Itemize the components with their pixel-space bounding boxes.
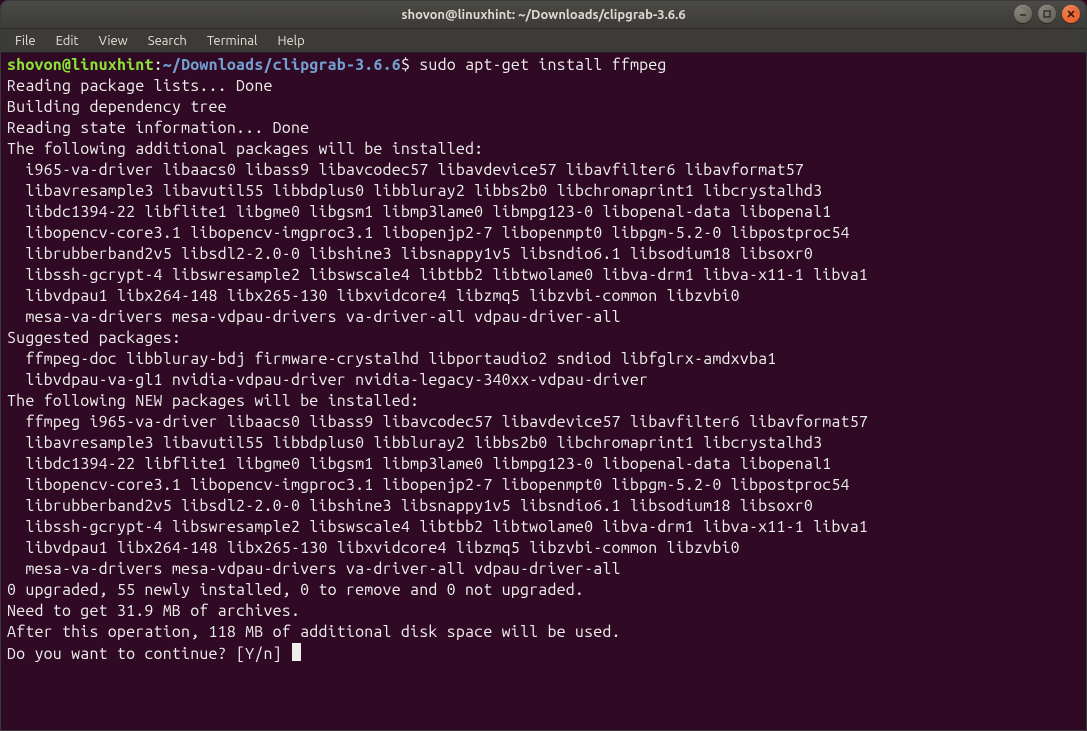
out-line: libavresample3 libavutil55 libbdplus0 li… [7, 434, 822, 452]
menu-help[interactable]: Help [267, 32, 314, 50]
out-line: libvdpau1 libx264-148 libx265-130 libxvi… [7, 287, 740, 305]
maximize-button[interactable] [1038, 5, 1056, 23]
out-line: Building dependency tree [7, 98, 227, 116]
out-line: libssh-gcrypt-4 libswresample2 libswscal… [7, 518, 868, 536]
menu-edit[interactable]: Edit [46, 32, 89, 50]
prompt-dollar: $ [401, 56, 419, 74]
minimize-icon [1018, 9, 1028, 19]
out-line: ffmpeg i965-va-driver libaacs0 libass9 l… [7, 413, 868, 431]
prompt-at: @ [62, 56, 71, 74]
out-line: libssh-gcrypt-4 libswresample2 libswscal… [7, 266, 868, 284]
window-title: shovon@linuxhint: ~/Downloads/clipgrab-3… [401, 8, 685, 22]
out-line: The following NEW packages will be insta… [7, 392, 419, 410]
out-line: libdc1394-22 libflite1 libgme0 libgsm1 l… [7, 455, 831, 473]
window-controls [1014, 5, 1080, 23]
menu-terminal[interactable]: Terminal [197, 32, 268, 50]
minimize-button[interactable] [1014, 5, 1032, 23]
command-text: sudo apt-get install ffmpeg [419, 56, 666, 74]
out-line: libopencv-core3.1 libopencv-imgproc3.1 l… [7, 224, 850, 242]
terminal-output[interactable]: shovon@linuxhint:~/Downloads/clipgrab-3.… [1, 53, 1086, 730]
out-line: 0 upgraded, 55 newly installed, 0 to rem… [7, 581, 584, 599]
out-line: mesa-va-drivers mesa-vdpau-drivers va-dr… [7, 560, 621, 578]
terminal-window: shovon@linuxhint: ~/Downloads/clipgrab-3… [0, 0, 1087, 731]
out-line: libavresample3 libavutil55 libbdplus0 li… [7, 182, 822, 200]
titlebar: shovon@linuxhint: ~/Downloads/clipgrab-3… [1, 1, 1086, 29]
maximize-icon [1042, 9, 1052, 19]
menu-view[interactable]: View [89, 32, 138, 50]
menu-file[interactable]: File [5, 32, 46, 50]
out-line: After this operation, 118 MB of addition… [7, 623, 621, 641]
out-line: Reading package lists... Done [7, 77, 273, 95]
out-line: Suggested packages: [7, 329, 181, 347]
menubar: File Edit View Search Terminal Help [1, 29, 1086, 53]
out-line: Reading state information... Done [7, 119, 309, 137]
prompt-host: linuxhint [71, 56, 153, 74]
prompt-colon: : [154, 56, 163, 74]
out-line: mesa-va-drivers mesa-vdpau-drivers va-dr… [7, 308, 621, 326]
prompt-continue: Do you want to continue? [Y/n] [7, 645, 291, 663]
cursor-block [292, 643, 301, 661]
out-line: ffmpeg-doc libbluray-bdj firmware-crysta… [7, 350, 776, 368]
close-icon [1066, 9, 1076, 19]
out-line: librubberband2v5 libsdl2-2.0-0 libshine3… [7, 245, 813, 263]
out-line: libopencv-core3.1 libopencv-imgproc3.1 l… [7, 476, 850, 494]
menu-search[interactable]: Search [138, 32, 197, 50]
out-line: libvdpau1 libx264-148 libx265-130 libxvi… [7, 539, 740, 557]
close-button[interactable] [1062, 5, 1080, 23]
out-line: librubberband2v5 libsdl2-2.0-0 libshine3… [7, 497, 813, 515]
prompt-user: shovon [7, 56, 62, 74]
out-line: Need to get 31.9 MB of archives. [7, 602, 300, 620]
out-line: libdc1394-22 libflite1 libgme0 libgsm1 l… [7, 203, 831, 221]
out-line: The following additional packages will b… [7, 140, 483, 158]
prompt-path: ~/Downloads/clipgrab-3.6.6 [163, 56, 401, 74]
out-line: libvdpau-va-gl1 nvidia-vdpau-driver nvid… [7, 371, 648, 389]
out-line: i965-va-driver libaacs0 libass9 libavcod… [7, 161, 804, 179]
